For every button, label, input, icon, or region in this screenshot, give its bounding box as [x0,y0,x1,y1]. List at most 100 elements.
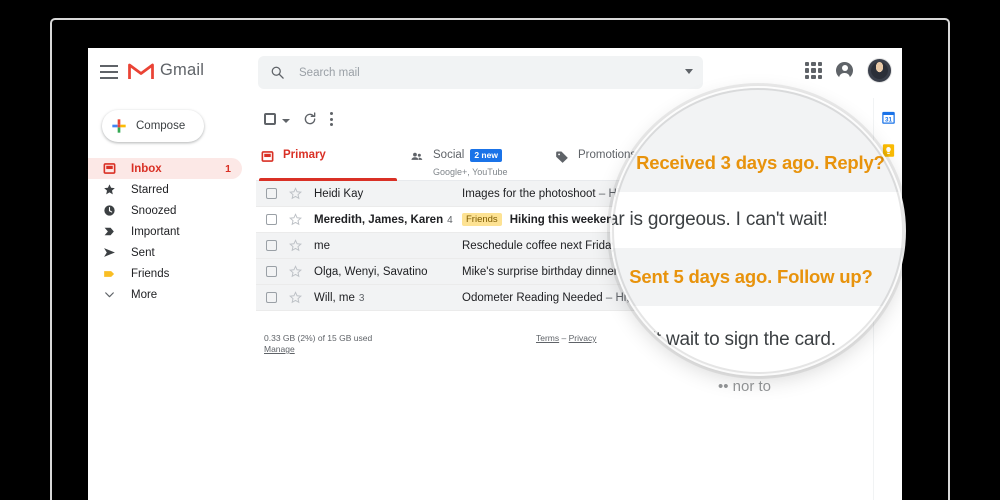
sidebar-item-label: Friends [131,267,170,280]
row-subject: Reschedule coffee next Friday? [462,239,624,252]
label-icon [102,267,117,281]
row-thread-count: 4 [447,214,453,226]
sidebar-item-inbox[interactable]: Inbox 1 [88,158,242,179]
tab-primary[interactable]: Primary [256,142,409,181]
people-icon [409,148,425,164]
clock-icon [102,204,117,217]
star-icon[interactable] [289,187,302,200]
search-input[interactable] [297,65,703,80]
row-subject: Images for the photoshoot [462,187,596,200]
sidebar-item-snoozed[interactable]: Snoozed [88,200,242,221]
inbox-icon [259,148,275,163]
row-checkbox[interactable] [266,240,277,251]
avatar[interactable] [867,58,892,83]
row-checkbox[interactable] [266,266,277,277]
row-thread-count: 3 [358,292,365,304]
sidebar-item-label: Snoozed [131,204,177,217]
star-icon[interactable] [289,239,302,252]
gmail-m-icon [128,63,154,79]
mag-snippet-text: n't wait to sign the card. [642,329,836,350]
row-separator: – [598,187,606,200]
select-all-chevron-down-icon[interactable] [282,119,290,123]
row-sender-name: me [314,239,330,252]
sidebar: Compose Inbox 1 Starred Snoozed Importan… [88,98,256,500]
search-icon [271,66,284,79]
mag-left-fragment: ar [612,209,625,230]
star-icon [102,183,117,196]
star-icon[interactable] [289,265,302,278]
row-sender-name: Will, me [314,291,355,304]
gmail-wordmark: Gmail [160,61,205,79]
row-sender-name: Meredith, James, Karen [314,213,444,226]
send-icon [102,246,117,259]
sidebar-item-label: Inbox [131,162,162,175]
hamburger-icon[interactable] [100,65,118,79]
magnifier-loupe: e... Received 3 days ago. Reply? ar is g… [612,88,904,374]
row-sender-name: Olga, Wenyi, Savatino [314,265,428,278]
privacy-link[interactable]: Privacy [569,333,597,343]
screenshot-stage: Gmail Search mail Compose Inbox 1 Starre… [0,0,1000,500]
search-options-chevron-down-icon[interactable] [685,69,693,74]
row-checkbox[interactable] [266,214,277,225]
mag-band-top [612,88,904,134]
star-icon[interactable] [289,213,302,226]
row-sender: Will, me 3 [314,292,462,304]
storage-info: 0.33 GB (2%) of 15 GB used Manage [264,333,372,355]
sidebar-item-starred[interactable]: Starred [88,179,242,200]
terms-link[interactable]: Terms [536,333,559,343]
mag-row-nudge-sent: .. Sent 5 days ago. Follow up? [612,248,904,306]
row-subject: Odometer Reading Needed [462,291,603,304]
account-circle-icon[interactable] [836,62,853,80]
tab-label: Social [433,149,465,161]
sidebar-nav: Inbox 1 Starred Snoozed Important Sent F… [88,158,256,305]
mag-row-snippet-gorgeous: ar is gorgeous. I can't wait! [612,192,904,248]
sidebar-item-count: 1 [225,162,231,175]
legal-separator: – [561,333,567,343]
search-bar[interactable] [258,56,703,89]
apps-grid-icon[interactable] [805,62,822,79]
tab-label: Primary [283,149,326,161]
tab-active-underline [259,178,397,181]
tab-social[interactable]: Social 2 new Google+, YouTube [409,142,554,180]
row-label-chip[interactable]: Friends [462,213,502,226]
clipped-text-below-loupe: •• nor to [718,378,772,395]
compose-label: Compose [136,120,186,132]
plus-icon [112,119,126,133]
row-subject: Mike's surprise birthday dinner [462,265,618,278]
manage-storage-link[interactable]: Manage [264,344,295,354]
legal-links: Terms – Privacy [536,333,597,343]
row-sender-name: Heidi Kay [314,187,364,200]
select-all-checkbox[interactable] [264,113,276,125]
inbox-icon [102,162,117,175]
chevron-down-icon [102,288,117,301]
sidebar-item-label: Sent [131,246,155,259]
sidebar-item-more[interactable]: More [88,284,242,305]
mag-row-snippet-card: n't wait to sign the card. [612,306,904,374]
sidebar-item-label: More [131,288,158,301]
refresh-icon[interactable] [302,111,318,127]
sidebar-item-friends[interactable]: Friends [88,263,242,284]
mag-left-fragment: .. [612,270,615,285]
tab-sublabel: Google+, YouTube [433,167,508,177]
compose-button[interactable]: Compose [102,110,204,142]
star-icon[interactable] [289,291,302,304]
important-icon [102,225,117,238]
tab-badge: 2 new [470,148,502,162]
nudge-text-sent: Sent 5 days ago. Follow up? [629,266,873,287]
row-sender: me [314,240,462,252]
mag-left-fragment: e... [612,155,627,171]
sidebar-item-important[interactable]: Important [88,221,242,242]
row-checkbox[interactable] [266,292,277,303]
more-vertical-icon[interactable] [330,112,334,129]
sidebar-item-label: Important [131,225,180,238]
mag-snippet-text: is gorgeous. I can't wait! [629,209,828,230]
header-actions [805,58,892,83]
row-checkbox[interactable] [266,188,277,199]
mag-row-nudge-received: e... Received 3 days ago. Reply? [612,134,904,192]
storage-used-text: 0.33 GB (2%) of 15 GB used [264,333,373,343]
tag-icon [554,148,570,164]
gmail-logo[interactable]: Gmail [128,60,204,81]
sidebar-item-sent[interactable]: Sent [88,242,242,263]
row-sender: Heidi Kay [314,188,462,200]
row-sender: Meredith, James, Karen 4 [314,214,462,226]
